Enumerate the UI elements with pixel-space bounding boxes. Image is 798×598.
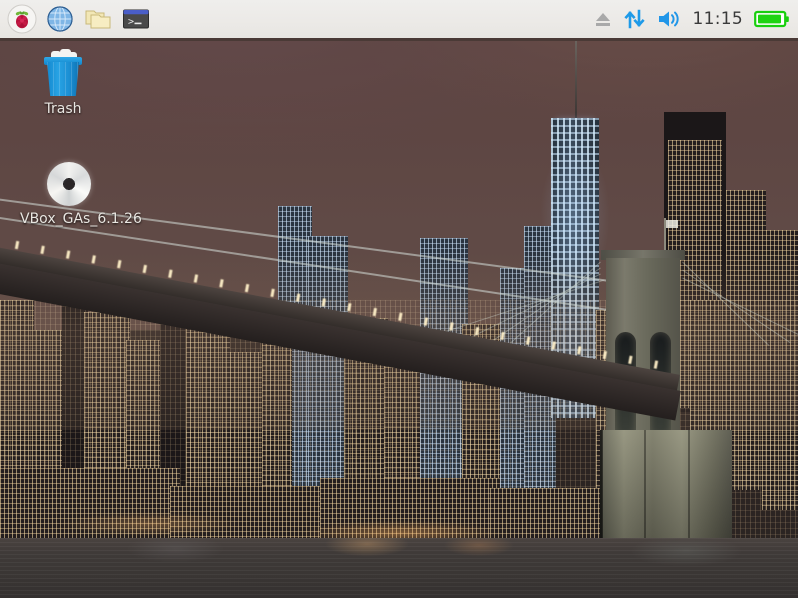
wallpaper-bridge-pier [600,430,732,555]
desktop-icon-optical-disc[interactable]: VBox_GAs_6.1.26 [20,158,142,228]
wallpaper-waterfront [0,468,180,540]
system-tray: 11:15 [592,7,798,31]
file-manager-button[interactable] [81,2,115,36]
menu-button[interactable] [5,2,39,36]
trash-icon [37,48,89,98]
taskbar: > 11:15 [0,0,798,41]
battery-full-icon [754,10,789,28]
web-browser-button[interactable] [43,2,77,36]
wallpaper-waterfront [320,478,500,540]
desktop-icon-label: VBox_GAs_6.1.26 [20,211,142,227]
terminal-icon: > [123,9,149,29]
raspberry-pi-icon [7,4,37,34]
wallpaper-owtc-spire [575,36,577,120]
svg-text:>: > [128,17,134,28]
wallpaper-waterfront [170,486,330,540]
globe-icon [47,6,73,32]
clock[interactable]: 11:15 [691,9,746,29]
network-button[interactable] [623,7,647,31]
battery-indicator[interactable] [754,8,790,30]
wallpaper-waterfront [490,488,610,540]
desktop-icon-label: Trash [44,101,82,117]
network-up-down-icon [623,9,645,29]
wallpaper-water [0,538,798,598]
eject-icon [595,13,610,26]
optical-disc-icon [38,158,91,208]
taskbar-launchers: > [0,2,153,36]
desktop-root[interactable]: Trash VBox_GAs_6.1.26 [0,0,798,598]
volume-button[interactable] [656,7,682,31]
desktop-icon-trash[interactable]: Trash [20,48,106,118]
speaker-icon [658,11,679,27]
folders-icon [85,10,111,29]
eject-button[interactable] [592,8,614,30]
terminal-button[interactable]: > [119,2,153,36]
